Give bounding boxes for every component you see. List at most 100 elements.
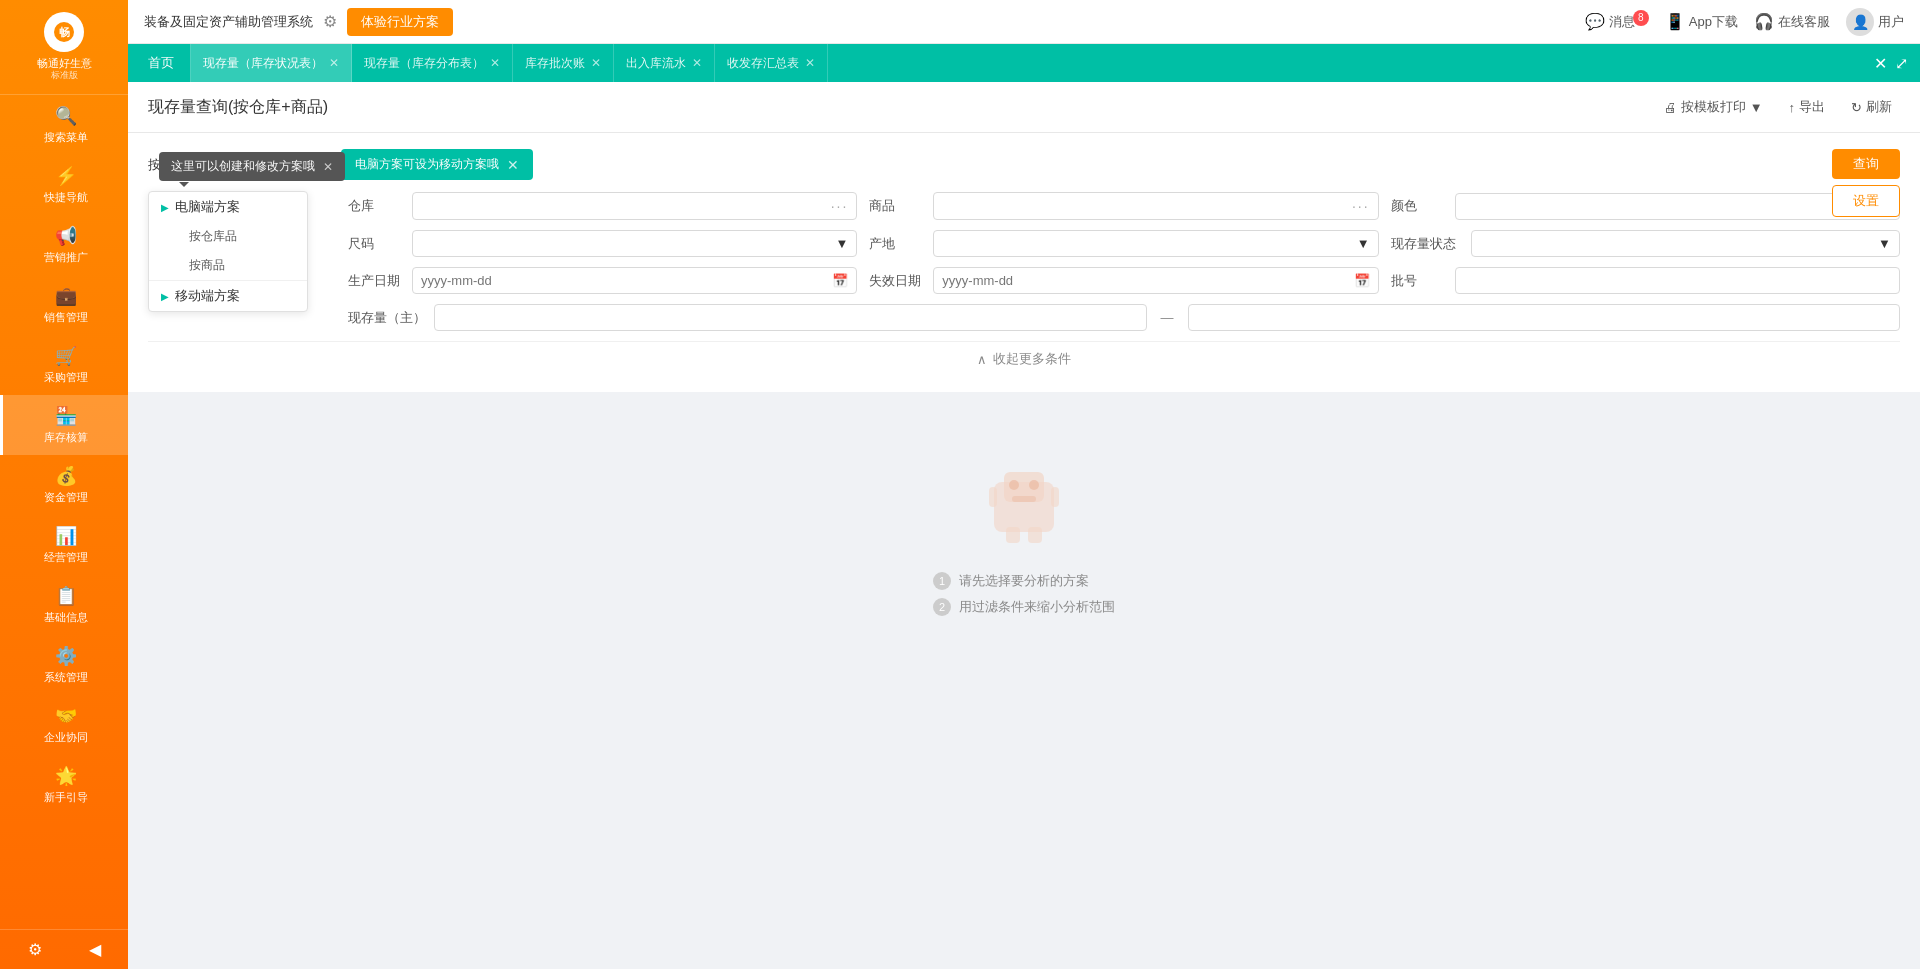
desktop-subitems: 按仓库品 按商品 (149, 222, 307, 281)
tab-close-in-out-flow[interactable]: ✕ (692, 57, 702, 69)
guide-icon: 🌟 (55, 765, 77, 787)
sidebar-item-inventory[interactable]: 🏪 库存核算 (0, 395, 128, 455)
field-produce-date-group: 生产日期 📅 (348, 267, 857, 294)
refresh-btn[interactable]: ↻ 刷新 (1843, 94, 1900, 120)
sidebar: 畅 畅通好生意 标准版 🔍 搜索菜单 ⚡ 快捷导航 📢 营销推广 💼 销售管理 … (0, 0, 128, 969)
field-stock-main-label: 现存量（主） (348, 309, 426, 327)
scheme-item-goods[interactable]: 按商品 (177, 251, 307, 280)
field-stock-status-group: 现存量状态 ▼ (1391, 230, 1900, 257)
field-warehouse-label: 仓库 (348, 197, 404, 215)
scheme-tree-mobile[interactable]: ▶ 移动端方案 (149, 281, 307, 311)
batch-no-input[interactable] (1455, 267, 1900, 294)
field-goods-group: 商品 ··· (869, 192, 1378, 220)
warehouse-icon: 🏪 (55, 405, 77, 427)
filter-section: 查询 设置 按以下方案查询 + ↻ ← 电脑方案可设为移动方案哦 ✕ (128, 133, 1920, 392)
scheme-tree-desktop[interactable]: ▶ 电脑端方案 (149, 192, 307, 222)
system-settings-btn[interactable]: ⚙ (323, 12, 337, 31)
warehouse-dots[interactable]: ··· (831, 198, 849, 214)
sidebar-item-management[interactable]: 📊 经营管理 (0, 515, 128, 575)
sidebar-item-sales[interactable]: 💼 销售管理 (0, 275, 128, 335)
sidebar-item-enterprise[interactable]: 🤝 企业协同 (0, 695, 128, 755)
phone-icon: 📱 (1665, 12, 1685, 31)
tab-in-out-flow[interactable]: 出入库流水 ✕ (614, 44, 715, 82)
app-download-action[interactable]: 📱 App下载 (1665, 12, 1738, 31)
stock-status-select[interactable]: ▼ (1471, 230, 1900, 257)
create-tooltip-arrow (179, 182, 189, 187)
tab-home[interactable]: 首页 (132, 44, 191, 82)
tab-inventory-status[interactable]: 现存量（库存状况表） ✕ (191, 44, 352, 82)
online-support-action[interactable]: 🎧 在线客服 (1754, 12, 1830, 31)
sidebar-item-purchase[interactable]: 🛒 采购管理 (0, 335, 128, 395)
sidebar-item-guide[interactable]: 🌟 新手引导 (0, 755, 128, 815)
expire-date-field[interactable] (942, 273, 1349, 288)
svg-point-4 (1009, 480, 1019, 490)
produce-date-input[interactable]: 📅 (412, 267, 857, 294)
goods-dots[interactable]: ··· (1352, 198, 1370, 214)
origin-select[interactable]: ▼ (933, 230, 1378, 257)
enterprise-icon: 🤝 (55, 705, 77, 727)
warehouse-select[interactable]: ··· (412, 192, 857, 220)
header-left: 装备及固定资产辅助管理系统 ⚙ 体验行业方案 (144, 8, 453, 36)
tab-close-collect-summary[interactable]: ✕ (805, 57, 815, 69)
base-icon: 📋 (55, 585, 77, 607)
filter-row-3: 生产日期 📅 失效日期 📅 批号 (348, 267, 1900, 294)
tab-close-inventory-status[interactable]: ✕ (329, 57, 339, 69)
tab-bar-close-icon[interactable]: ✕ (1874, 54, 1887, 73)
empty-tip-1: 1 请先选择要分析的方案 (933, 572, 1115, 590)
export-btn[interactable]: ↑ 导出 (1781, 94, 1834, 120)
field-batch-no-group: 批号 (1391, 267, 1900, 294)
sidebar-item-finance[interactable]: 💰 资金管理 (0, 455, 128, 515)
scheme-item-warehouse-goods[interactable]: 按仓库品 (177, 222, 307, 251)
svg-rect-9 (1006, 527, 1020, 543)
user-avatar: 👤 (1846, 8, 1874, 36)
expire-date-input[interactable]: 📅 (933, 267, 1378, 294)
print-btn[interactable]: 🖨 按模板打印 ▼ (1656, 94, 1771, 120)
goods-select[interactable]: ··· (933, 192, 1378, 220)
sidebar-item-system[interactable]: ⚙️ 系统管理 (0, 635, 128, 695)
tab-inventory-dist[interactable]: 现存量（库存分布表） ✕ (352, 44, 513, 82)
sidebar-settings-btn[interactable]: ⚙ (28, 940, 42, 959)
set-button[interactable]: 设置 (1832, 185, 1900, 217)
collapse-btn[interactable]: ∧ 收起更多条件 (148, 341, 1900, 376)
svg-point-5 (1029, 480, 1039, 490)
sidebar-collapse-btn[interactable]: ◀ (89, 940, 101, 959)
desktop-expand-icon: ▶ (161, 202, 169, 213)
tab-close-batch-ledger[interactable]: ✕ (591, 57, 601, 69)
expire-date-calendar-icon[interactable]: 📅 (1354, 273, 1370, 288)
desktop-tooltip-close[interactable]: ✕ (507, 157, 519, 173)
empty-tip-2: 2 用过滤条件来缩小分析范围 (933, 598, 1115, 616)
tab-close-inventory-dist[interactable]: ✕ (490, 57, 500, 69)
stock-main-to[interactable] (1188, 304, 1901, 331)
sidebar-item-base[interactable]: 📋 基础信息 (0, 575, 128, 635)
stock-main-from[interactable] (434, 304, 1147, 331)
print-icon: 🖨 (1664, 100, 1677, 115)
message-action[interactable]: 💬 消息 8 (1585, 12, 1649, 31)
produce-date-calendar-icon[interactable]: 📅 (832, 273, 848, 288)
field-warehouse-group: 仓库 ··· (348, 192, 857, 220)
size-arrow: ▼ (835, 236, 848, 251)
tab-collect-summary[interactable]: 收发存汇总表 ✕ (715, 44, 828, 82)
logo-text: 畅通好生意 标准版 (37, 56, 92, 82)
create-tooltip-close[interactable]: ✕ (323, 160, 333, 174)
message-badge: 8 (1633, 10, 1649, 26)
tab-batch-ledger[interactable]: 库存批次账 ✕ (513, 44, 614, 82)
sidebar-item-marketing[interactable]: 📢 营销推广 (0, 215, 128, 275)
export-icon: ↑ (1789, 100, 1796, 115)
field-origin-label: 产地 (869, 235, 925, 253)
field-expire-date-label: 失效日期 (869, 272, 925, 290)
produce-date-field[interactable] (421, 273, 828, 288)
tab-bar-expand-icon[interactable]: ⤢ (1895, 54, 1908, 73)
field-stock-status-label: 现存量状态 (1391, 235, 1463, 253)
page-title: 现存量查询(按仓库+商品) (148, 97, 328, 118)
page-content: 现存量查询(按仓库+商品) 🖨 按模板打印 ▼ ↑ 导出 ↻ 刷新 (128, 82, 1920, 969)
size-select[interactable]: ▼ (412, 230, 857, 257)
sidebar-item-search[interactable]: 🔍 搜索菜单 (0, 95, 128, 155)
experience-btn[interactable]: 体验行业方案 (347, 8, 453, 36)
create-scheme-tooltip: 这里可以创建和修改方案哦 ✕ (159, 152, 345, 181)
field-size-group: 尺码 ▼ (348, 230, 857, 257)
field-color-group: 颜色 ▼ (1391, 193, 1900, 220)
sidebar-item-quicknav[interactable]: ⚡ 快捷导航 (0, 155, 128, 215)
user-action[interactable]: 👤 用户 (1846, 8, 1904, 36)
filter-row-2: 尺码 ▼ 产地 ▼ 现存量状态 (348, 230, 1900, 257)
empty-illustration (974, 452, 1074, 552)
